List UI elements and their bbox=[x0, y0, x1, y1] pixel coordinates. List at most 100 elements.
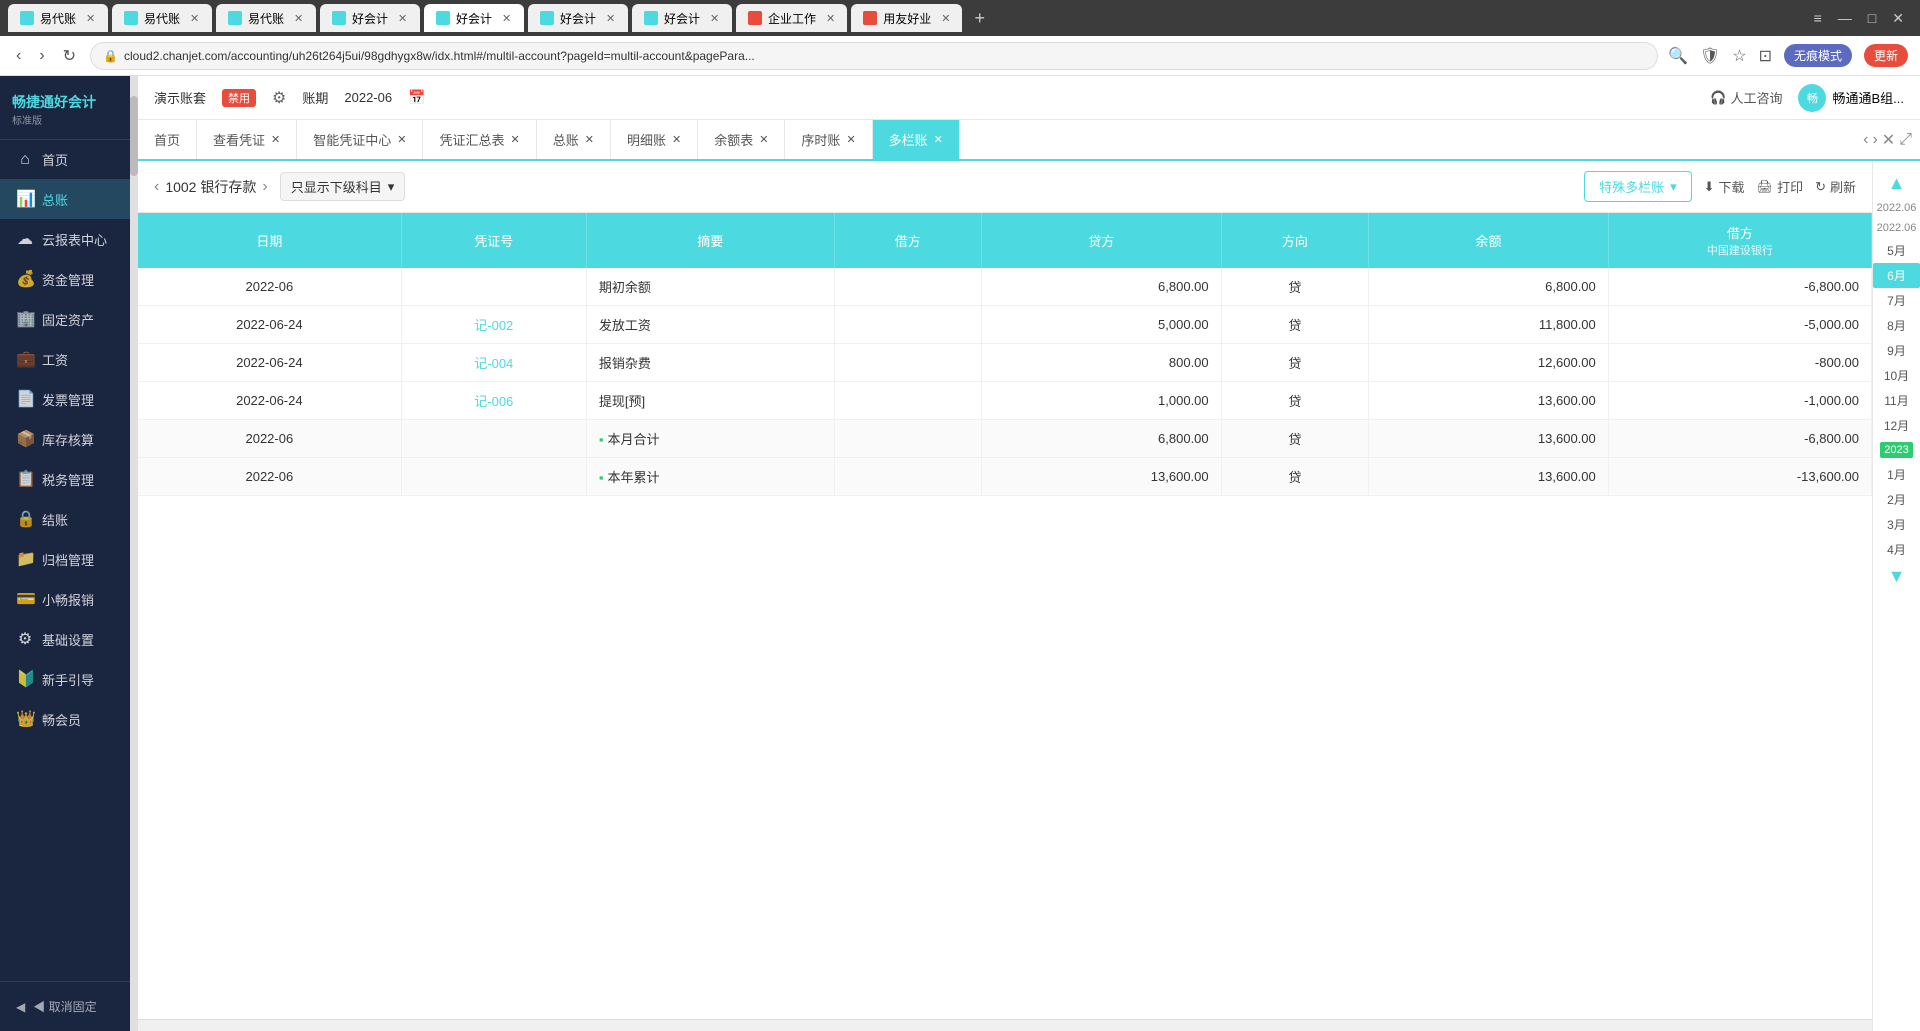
page-tab-multi-col[interactable]: 多栏账 ✕ bbox=[873, 120, 960, 159]
browser-tab-4[interactable]: 好会计 ✕ bbox=[320, 4, 420, 32]
sidebar-item-member[interactable]: 👑 畅会员 bbox=[0, 699, 130, 739]
tab-collapse-icon[interactable]: ✕ bbox=[1882, 130, 1895, 150]
sidebar-item-fund[interactable]: 💰 资金管理 bbox=[0, 259, 130, 299]
page-tab-balance[interactable]: 余额表 ✕ bbox=[698, 120, 785, 159]
back-button[interactable]: ‹ bbox=[12, 43, 25, 69]
url-bar[interactable]: 🔒 cloud2.chanjet.com/accounting/uh26t264… bbox=[90, 42, 1658, 70]
split-view-icon[interactable]: ⊡ bbox=[1759, 46, 1772, 66]
timeline-month-8[interactable]: 8月 bbox=[1873, 313, 1920, 338]
tab-close-8[interactable]: ✕ bbox=[826, 12, 835, 25]
tab-close-2[interactable]: ✕ bbox=[190, 12, 199, 25]
sidebar-item-archive[interactable]: 📁 归档管理 bbox=[0, 539, 130, 579]
browser-tab-2[interactable]: 易代账 ✕ bbox=[112, 4, 212, 32]
download-button[interactable]: ⬇ 下载 bbox=[1704, 177, 1745, 196]
page-tab-vouchers-close[interactable]: ✕ bbox=[271, 133, 280, 146]
tab-expand-icon[interactable]: ⤢ bbox=[1899, 131, 1912, 149]
browser-tab-3[interactable]: 易代账 ✕ bbox=[216, 4, 316, 32]
maximize-icon[interactable]: □ bbox=[1868, 10, 1876, 26]
timeline-month-6[interactable]: 6月 bbox=[1873, 263, 1920, 288]
sidebar-item-settings[interactable]: ⚙ 基础设置 bbox=[0, 619, 130, 659]
page-tab-detail[interactable]: 明细账 ✕ bbox=[611, 120, 698, 159]
page-tab-home[interactable]: 首页 bbox=[138, 120, 197, 159]
sidebar-item-close[interactable]: 🔒 结账 bbox=[0, 499, 130, 539]
voucher-link-006[interactable]: 记-006 bbox=[474, 394, 513, 409]
sidebar-item-guide[interactable]: 🔰 新手引导 bbox=[0, 659, 130, 699]
tab-close-7[interactable]: ✕ bbox=[710, 12, 719, 25]
timeline-month-5[interactable]: 5月 bbox=[1873, 238, 1920, 263]
star-icon[interactable]: ☆ bbox=[1732, 46, 1746, 66]
sidebar-item-salary[interactable]: 💼 工资 bbox=[0, 339, 130, 379]
tab-close-1[interactable]: ✕ bbox=[86, 12, 95, 25]
breadcrumb-back-icon[interactable]: ‹ bbox=[154, 178, 159, 196]
unpin-button[interactable]: ◀ ◀ 取消固定 bbox=[0, 990, 130, 1023]
page-tab-general-close[interactable]: ✕ bbox=[585, 133, 594, 146]
tab-list-icon[interactable]: ≡ bbox=[1814, 10, 1822, 26]
refresh-ledger-button[interactable]: ↻ 刷新 bbox=[1815, 177, 1856, 196]
page-tab-detail-close[interactable]: ✕ bbox=[672, 133, 681, 146]
account-settings-icon[interactable]: ⚙ bbox=[272, 88, 286, 108]
tab-scroll-left-icon[interactable]: ‹ bbox=[1863, 131, 1868, 149]
consult-button[interactable]: 🎧 人工咨询 bbox=[1710, 88, 1782, 107]
browser-tab-1[interactable]: 易代账 ✕ bbox=[8, 4, 108, 32]
page-tab-smart[interactable]: 智能凭证中心 ✕ bbox=[297, 120, 423, 159]
browser-tab-5[interactable]: 好会计 ✕ bbox=[424, 4, 524, 32]
timeline-month-12[interactable]: 12月 bbox=[1873, 413, 1920, 438]
filter-select[interactable]: 只显示下级科目 ▾ bbox=[280, 172, 406, 201]
period-calendar-icon[interactable]: 📅 bbox=[408, 89, 425, 106]
multi-col-btn[interactable]: 特殊多栏账 ▾ bbox=[1584, 171, 1692, 202]
voucher-link-002[interactable]: 记-002 bbox=[474, 318, 513, 333]
timeline-month-9[interactable]: 9月 bbox=[1873, 338, 1920, 363]
shield-icon[interactable]: 🛡 bbox=[1700, 46, 1720, 66]
browser-tab-9[interactable]: 用友好业 ✕ bbox=[851, 4, 962, 32]
search-browser-icon[interactable]: 🔍 bbox=[1668, 46, 1688, 66]
tab-close-5[interactable]: ✕ bbox=[502, 12, 511, 25]
breadcrumb-forward-icon[interactable]: › bbox=[262, 178, 267, 196]
page-tab-general[interactable]: 总账 ✕ bbox=[537, 120, 611, 159]
tab-close-6[interactable]: ✕ bbox=[606, 12, 615, 25]
tab-close-4[interactable]: ✕ bbox=[398, 12, 407, 25]
new-tab-button[interactable]: + bbox=[966, 8, 993, 29]
forward-button[interactable]: › bbox=[35, 43, 48, 69]
browser-tab-8[interactable]: 企业工作 ✕ bbox=[736, 4, 847, 32]
browser-tab-7[interactable]: 好会计 ✕ bbox=[632, 4, 732, 32]
tab-close-3[interactable]: ✕ bbox=[294, 12, 303, 25]
sidebar-item-cloud[interactable]: ☁ 云报表中心 bbox=[0, 219, 130, 259]
update-button[interactable]: 更新 bbox=[1864, 44, 1908, 67]
timeline-scroll-up[interactable]: ▲ bbox=[1884, 169, 1910, 198]
page-tab-voucher-summary-close[interactable]: ✕ bbox=[511, 133, 520, 146]
tab-scroll-right-icon[interactable]: › bbox=[1872, 131, 1877, 149]
incognito-mode-button[interactable]: 无痕模式 bbox=[1784, 44, 1852, 67]
page-tab-vouchers[interactable]: 查看凭证 ✕ bbox=[197, 120, 297, 159]
sidebar-item-home[interactable]: ⌂ 首页 bbox=[0, 140, 130, 179]
timeline-scroll-down[interactable]: ▼ bbox=[1884, 562, 1910, 591]
page-tab-sequence-close[interactable]: ✕ bbox=[846, 133, 855, 146]
page-tab-balance-close[interactable]: ✕ bbox=[759, 133, 768, 146]
page-tab-multi-col-close[interactable]: ✕ bbox=[934, 133, 943, 146]
page-tab-smart-close[interactable]: ✕ bbox=[397, 133, 406, 146]
refresh-browser-button[interactable]: ↻ bbox=[59, 42, 80, 70]
timeline-month-10[interactable]: 10月 bbox=[1873, 363, 1920, 388]
timeline-month-11[interactable]: 11月 bbox=[1873, 388, 1920, 413]
minimize-icon[interactable]: — bbox=[1838, 10, 1852, 26]
timeline-month-7[interactable]: 7月 bbox=[1873, 288, 1920, 313]
page-tab-sequence[interactable]: 序时账 ✕ bbox=[785, 120, 872, 159]
sidebar-scrollbar[interactable] bbox=[130, 76, 138, 1031]
horizontal-scrollbar[interactable] bbox=[138, 1019, 1872, 1031]
timeline-month-1-2023[interactable]: 1月 bbox=[1873, 462, 1920, 487]
sidebar-item-invoice[interactable]: 📄 发票管理 bbox=[0, 379, 130, 419]
sidebar-item-inventory[interactable]: 📦 库存核算 bbox=[0, 419, 130, 459]
browser-tab-6[interactable]: 好会计 ✕ bbox=[528, 4, 628, 32]
ledger-table-wrap[interactable]: 日期 凭证号 摘要 借方 贷方 方向 余额 借方 中国建设银行 bbox=[138, 213, 1872, 1019]
sidebar-item-expense[interactable]: 💳 小畅报销 bbox=[0, 579, 130, 619]
tab-close-9[interactable]: ✕ bbox=[941, 12, 950, 25]
sidebar-item-ledger[interactable]: 📊 总账 bbox=[0, 179, 130, 219]
voucher-link-004[interactable]: 记-004 bbox=[474, 356, 513, 371]
sidebar-item-asset[interactable]: 🏢 固定资产 bbox=[0, 299, 130, 339]
sidebar-item-tax[interactable]: 📋 税务管理 bbox=[0, 459, 130, 499]
timeline-month-3-2023[interactable]: 3月 bbox=[1873, 512, 1920, 537]
close-window-icon[interactable]: ✕ bbox=[1892, 10, 1904, 27]
timeline-month-4-2023[interactable]: 4月 bbox=[1873, 537, 1920, 562]
timeline-month-2-2023[interactable]: 2月 bbox=[1873, 487, 1920, 512]
print-button[interactable]: 🖨 打印 bbox=[1757, 177, 1804, 196]
page-tab-voucher-summary[interactable]: 凭证汇总表 ✕ bbox=[423, 120, 536, 159]
